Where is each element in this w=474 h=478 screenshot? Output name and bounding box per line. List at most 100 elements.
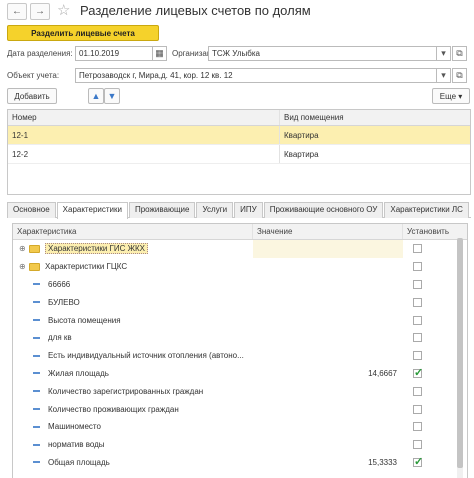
table-row[interactable]: Жилая площадь 14,6667 ✓ <box>13 365 467 383</box>
cell-value[interactable] <box>253 436 403 454</box>
cell-characteristic: Жилая площадь <box>13 365 253 383</box>
cell-value[interactable] <box>253 293 403 311</box>
table-row[interactable]: БУЛЕВО <box>13 293 467 311</box>
set-checkbox[interactable]: ✓ <box>413 367 423 379</box>
date-field[interactable]: 01.10.2019 <box>75 46 153 61</box>
cell-value[interactable] <box>253 418 403 436</box>
column-header-set[interactable]: Установить <box>403 224 459 239</box>
characteristic-name: Машиноместо <box>48 422 101 432</box>
cell-set <box>403 258 459 276</box>
cell-type: Квартира <box>284 131 319 140</box>
back-button[interactable]: ← <box>7 3 27 20</box>
characteristic-name: Количество проживающих граждан <box>48 404 179 414</box>
org-open-button[interactable]: ⧉ <box>452 46 467 61</box>
split-accounts-button[interactable]: Разделить лицевые счета <box>7 25 159 41</box>
expand-icon[interactable]: ⊕ <box>19 262 29 271</box>
column-header-value[interactable]: Значение <box>253 224 403 239</box>
set-checkbox[interactable] <box>413 404 422 414</box>
table-row[interactable]: Машиноместо <box>13 418 467 436</box>
cell-characteristic <box>13 471 253 478</box>
tab-residents[interactable]: Проживающие <box>128 202 196 218</box>
characteristics-rows: ⊕ Характеристики ГИС ЖКХ ⊕ Характеристики Г… <box>13 240 467 478</box>
cell-characteristic: норматив воды <box>13 436 253 454</box>
characteristic-name: Характеристики ГЦКС <box>45 262 128 272</box>
arrow-left-icon: ← <box>12 6 22 17</box>
set-checkbox[interactable] <box>413 297 422 307</box>
calendar-button[interactable]: ▦ <box>152 46 167 61</box>
table-row[interactable]: Количество зарегистрированных граждан <box>13 382 467 400</box>
column-header-number[interactable]: Номер <box>8 110 280 125</box>
cell-value[interactable] <box>253 471 403 478</box>
column-header-characteristic[interactable]: Характеристика <box>13 224 253 239</box>
set-checkbox[interactable] <box>413 262 422 272</box>
column-header-type[interactable]: Вид помещения <box>280 110 470 125</box>
more-button[interactable]: Еще ▾ <box>432 88 470 104</box>
table-row[interactable]: норматив воды <box>13 436 467 454</box>
set-checkbox[interactable] <box>413 351 422 361</box>
cell-value[interactable] <box>253 311 403 329</box>
set-checkbox[interactable] <box>413 422 422 432</box>
tab-characteristics[interactable]: Характеристики <box>56 202 128 219</box>
table-row[interactable] <box>13 471 467 478</box>
characteristic-value: 14,6667 <box>368 368 397 378</box>
tab-account-characteristics[interactable]: Характеристики ЛС <box>384 202 469 218</box>
arrow-down-icon: ▼ <box>107 91 117 101</box>
cell-type: Квартира <box>284 150 319 159</box>
set-checkbox[interactable]: ✓ <box>413 456 423 468</box>
item-icon <box>33 354 40 357</box>
scrollbar-thumb[interactable] <box>457 238 463 468</box>
tab-meters[interactable]: ИПУ <box>234 202 263 218</box>
table-row[interactable]: Общая площадь 15,3333 ✓ <box>13 454 467 472</box>
org-dropdown-button[interactable]: ▾ <box>436 46 451 61</box>
characteristic-name: Общая площадь <box>48 457 110 467</box>
characteristic-name: Жилая площадь <box>48 368 109 378</box>
characteristic-name: Есть индивидуальный источник отопления (… <box>48 351 244 361</box>
cell-value[interactable] <box>253 382 403 400</box>
add-button[interactable]: Добавить <box>7 88 57 104</box>
forward-button[interactable]: → <box>30 3 50 20</box>
cell-value[interactable]: 14,6667 <box>253 365 403 383</box>
tab-main-residents[interactable]: Проживающие основного ОУ <box>263 202 384 218</box>
table-row[interactable]: 12-2 Квартира <box>8 145 470 164</box>
cell-value[interactable] <box>253 258 403 276</box>
characteristic-name: Характеристики ГИС ЖКХ <box>45 243 149 255</box>
object-open-button[interactable]: ⧉ <box>452 68 467 83</box>
object-field[interactable]: Петрозаводск г, Мира,д. 41, кор. 12 кв. … <box>75 68 437 83</box>
object-label: Объект учета: <box>7 71 60 80</box>
table-row[interactable]: Высота помещения <box>13 311 467 329</box>
cell-value[interactable] <box>253 400 403 418</box>
set-checkbox[interactable] <box>413 315 422 325</box>
table-row[interactable]: Количество проживающих граждан <box>13 400 467 418</box>
set-checkbox[interactable] <box>413 333 422 343</box>
cell-number: 12-1 <box>8 126 280 144</box>
table-row[interactable]: Есть индивидуальный источник отопления (… <box>13 347 467 365</box>
tab-services[interactable]: Услуги <box>196 202 234 218</box>
star-icon[interactable]: ☆ <box>57 1 70 19</box>
set-checkbox[interactable] <box>413 279 422 289</box>
set-checkbox[interactable] <box>413 440 422 450</box>
cell-set <box>403 471 459 478</box>
table-row[interactable]: ⊕ Характеристики ГЦКС <box>13 258 467 276</box>
cell-value[interactable] <box>253 240 403 258</box>
table-row[interactable]: 12-1 Квартира <box>8 126 470 145</box>
scrollbar[interactable] <box>457 238 463 478</box>
move-up-button[interactable]: ▲ <box>88 88 104 104</box>
cell-value[interactable] <box>253 347 403 365</box>
cell-value[interactable] <box>253 329 403 347</box>
table-row[interactable]: ⊕ Характеристики ГИС ЖКХ <box>13 240 467 258</box>
expand-icon[interactable]: ⊕ <box>19 244 29 253</box>
characteristic-name: БУЛЕВО <box>48 297 80 307</box>
cell-value[interactable] <box>253 276 403 294</box>
table-row[interactable]: 66666 <box>13 276 467 294</box>
object-dropdown-button[interactable]: ▾ <box>436 68 451 83</box>
set-checkbox[interactable] <box>413 386 422 396</box>
cell-value[interactable]: 15,3333 <box>253 454 403 472</box>
move-down-button[interactable]: ▼ <box>104 88 120 104</box>
characteristic-name: норматив воды <box>48 440 105 450</box>
table-row[interactable]: для кв <box>13 329 467 347</box>
set-checkbox[interactable] <box>413 244 422 254</box>
cell-characteristic: Есть индивидуальный источник отопления (… <box>13 347 253 365</box>
tab-main[interactable]: Основное <box>7 202 56 218</box>
cell-characteristic: Количество зарегистрированных граждан <box>13 382 253 400</box>
org-field[interactable]: ТСЖ Улыбка <box>208 46 437 61</box>
